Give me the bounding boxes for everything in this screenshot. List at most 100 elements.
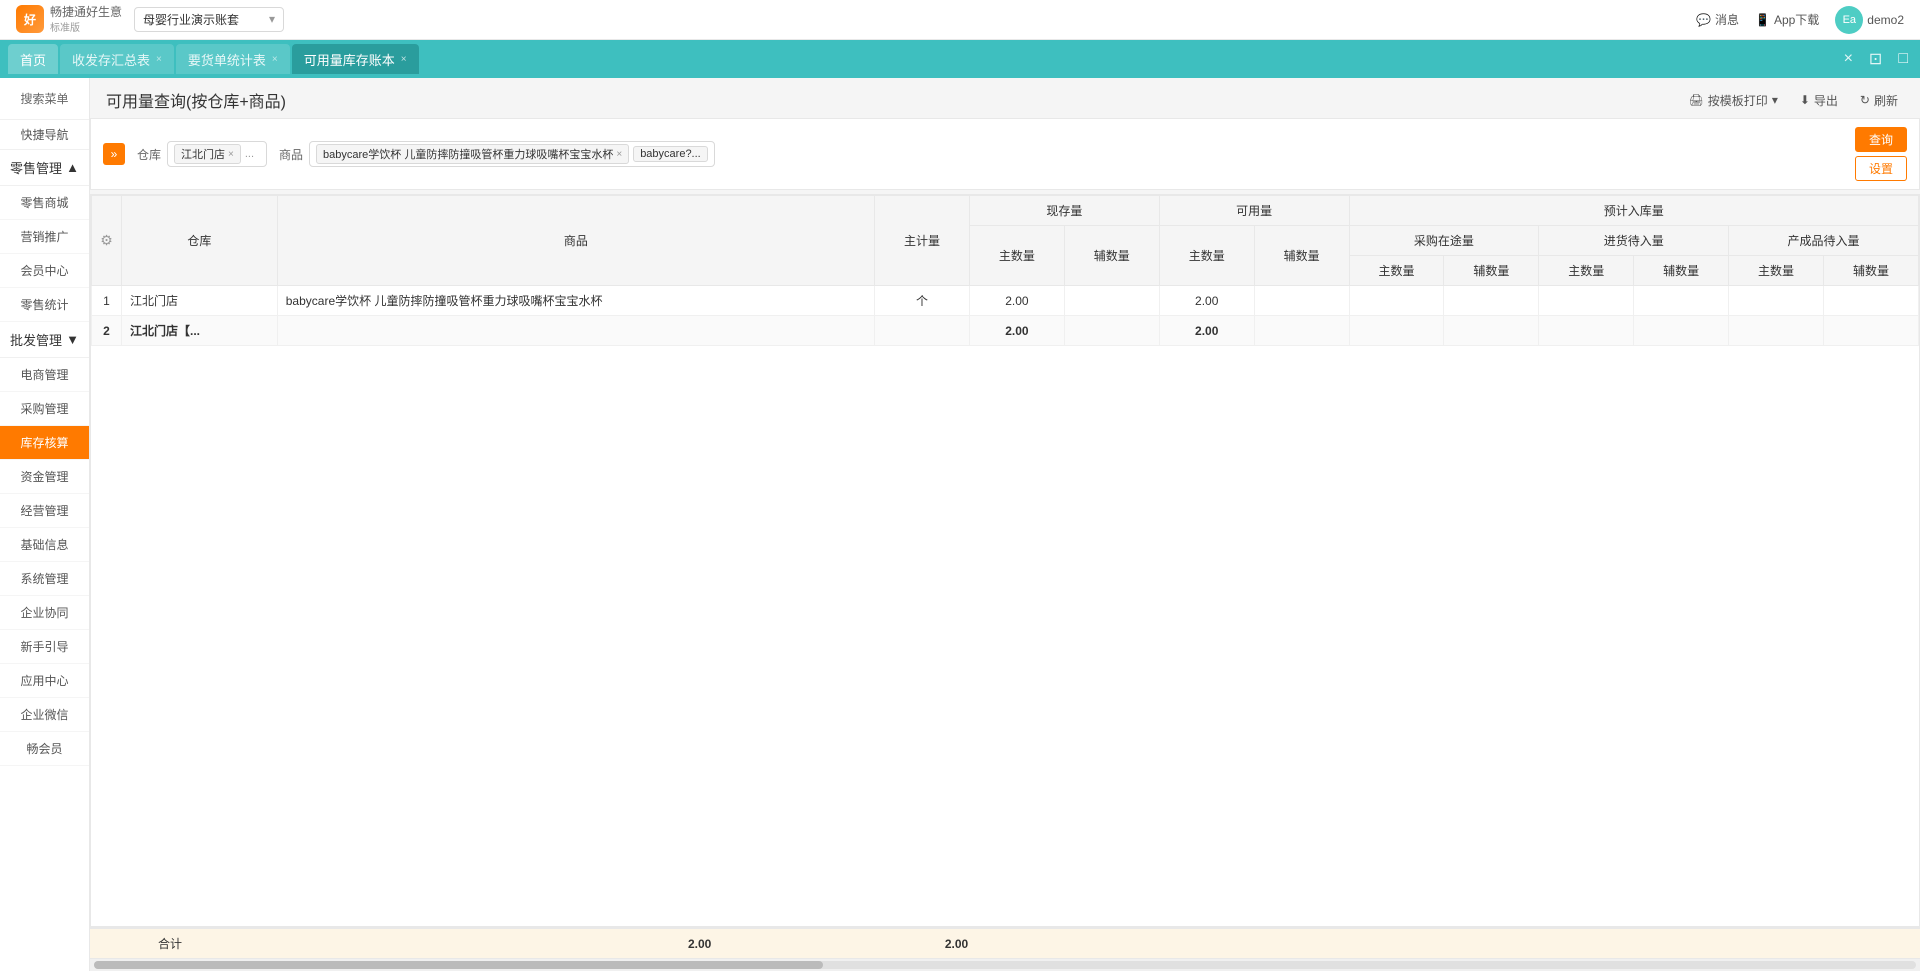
row2-product <box>277 316 874 346</box>
sidebar-item-wechat[interactable]: 企业微信 <box>0 698 89 732</box>
tab-order-stats-close[interactable]: × <box>272 54 278 65</box>
logo-text-area: 畅捷通好生意 标准版 <box>50 5 122 34</box>
tab-available-stock-close[interactable]: × <box>401 54 407 65</box>
page-header: 可用量查询(按仓库+商品) 🖨 按模板打印 ▾ ⬇ 导出 ↻ 刷新 <box>90 78 1920 118</box>
table-header-purchase-aux: 辅数量 <box>1444 256 1539 286</box>
sidebar-item-finance[interactable]: 资金管理 <box>0 460 89 494</box>
sidebar-section-retail-header[interactable]: 零售管理 ▲ <box>0 150 89 186</box>
content-area: 可用量查询(按仓库+商品) 🖨 按模板打印 ▾ ⬇ 导出 ↻ 刷新 » <box>90 78 1920 971</box>
main-layout: 搜索菜单 快捷导航 零售管理 ▲ 零售商城 营销推广 会员中心 零售统计 批发管… <box>0 78 1920 971</box>
sidebar: 搜索菜单 快捷导航 零售管理 ▲ 零售商城 营销推广 会员中心 零售统计 批发管… <box>0 78 90 971</box>
print-btn[interactable]: 🖨 按模板打印 ▾ <box>1683 89 1784 112</box>
sidebar-item-retail-shop[interactable]: 零售商城 <box>0 186 89 220</box>
sidebar-item-app-center[interactable]: 应用中心 <box>0 664 89 698</box>
chevron-down-icon: ▾ <box>269 12 275 26</box>
sidebar-item-enterprise[interactable]: 企业协同 <box>0 596 89 630</box>
tab-available-stock[interactable]: 可用量库存账本 × <box>292 44 419 74</box>
tab-order-stats-label: 要货单统计表 <box>188 50 266 69</box>
table-header-production: 产成品待入量 <box>1729 226 1919 256</box>
app-download-label: App下载 <box>1774 11 1819 28</box>
filter-expand-btn[interactable]: » <box>103 143 125 165</box>
row2-import-aux <box>1634 316 1729 346</box>
gear-icon[interactable]: ⚙ <box>100 232 113 248</box>
row2-available-aux <box>1254 316 1349 346</box>
sidebar-item-purchase[interactable]: 采购管理 <box>0 392 89 426</box>
tab-receipts[interactable]: 收发存汇总表 × <box>60 44 174 74</box>
export-btn[interactable]: ⬇ 导出 <box>1794 89 1844 112</box>
row1-warehouse: 江北门店 <box>122 286 278 316</box>
tab-home[interactable]: 首页 <box>8 44 58 74</box>
warehouse-tag-container[interactable]: 江北门店 × ... <box>167 141 267 167</box>
row2-index: 2 <box>92 316 122 346</box>
table-header-product: 商品 <box>277 196 874 286</box>
tab-maximize-btn[interactable]: □ <box>1894 50 1912 68</box>
warehouse-more[interactable]: ... <box>245 148 254 160</box>
sidebar-section-wholesale-header[interactable]: 批发管理 ▼ <box>0 322 89 358</box>
product-tag1-close[interactable]: × <box>616 149 622 160</box>
sidebar-item-operation[interactable]: 经营管理 <box>0 494 89 528</box>
tab-bar: 首页 收发存汇总表 × 要货单统计表 × 可用量库存账本 × × ⊡ □ <box>0 40 1920 78</box>
sidebar-item-inventory[interactable]: 库存核算 <box>0 426 89 460</box>
row1-stock-main: 2.00 <box>969 286 1064 316</box>
search-menu-btn[interactable]: 搜索菜单 <box>8 86 81 111</box>
row2-stock-aux <box>1064 316 1159 346</box>
table-header-import-main: 主数量 <box>1539 256 1634 286</box>
scroll-bar-container[interactable] <box>90 959 1920 971</box>
scroll-bar-track <box>94 961 1916 969</box>
table-header-stock-aux: 辅数量 <box>1064 226 1159 286</box>
tab-receipts-close[interactable]: × <box>156 54 162 65</box>
row2-production-aux <box>1823 316 1918 346</box>
tab-order-stats[interactable]: 要货单统计表 × <box>176 44 290 74</box>
refresh-btn[interactable]: ↻ 刷新 <box>1854 89 1904 112</box>
query-btn[interactable]: 查询 <box>1855 127 1907 152</box>
sidebar-section-retail: 零售管理 ▲ 零售商城 营销推广 会员中心 零售统计 <box>0 150 89 322</box>
tab-restore-btn[interactable]: ⊡ <box>1865 49 1886 69</box>
logo-sub: 标准版 <box>50 19 122 34</box>
warehouse-tag: 江北门店 × <box>174 144 241 164</box>
product-tag2: babycare?... <box>633 146 708 162</box>
row1-index: 1 <box>92 286 122 316</box>
tab-close-btn[interactable]: × <box>1840 50 1857 68</box>
warehouse-tag-close[interactable]: × <box>228 149 234 160</box>
sidebar-item-ecommerce[interactable]: 电商管理 <box>0 358 89 392</box>
logo-area: 好 畅捷通好生意 标准版 <box>16 5 122 34</box>
quick-nav-btn[interactable]: 快捷导航 <box>0 120 89 150</box>
row2-purchase-main <box>1349 316 1444 346</box>
row1-production-aux <box>1823 286 1918 316</box>
sidebar-item-member2[interactable]: 畅会员 <box>0 732 89 766</box>
message-btn[interactable]: 💬 消息 <box>1696 11 1739 28</box>
row2-import-main <box>1539 316 1634 346</box>
product-tag-container[interactable]: babycare学饮杯 儿童防摔防撞吸管杯重力球吸嘴杯宝宝水杯 × babyca… <box>309 141 715 167</box>
product-tag1: babycare学饮杯 儿童防摔防撞吸管杯重力球吸嘴杯宝宝水杯 × <box>316 144 629 164</box>
footer-stock-main: 2.00 <box>635 937 763 951</box>
product-filter-group: 商品 babycare学饮杯 儿童防摔防撞吸管杯重力球吸嘴杯宝宝水杯 × bab… <box>279 141 715 167</box>
sidebar-item-newbie[interactable]: 新手引导 <box>0 630 89 664</box>
sidebar-item-member[interactable]: 会员中心 <box>0 254 89 288</box>
row1-available-main: 2.00 <box>1159 286 1254 316</box>
row2-unit <box>875 316 970 346</box>
setting-btn[interactable]: 设置 <box>1855 156 1907 181</box>
sidebar-item-marketing[interactable]: 营销推广 <box>0 220 89 254</box>
table-header-settings: ⚙ <box>92 196 122 286</box>
chevron-down-icon: ▼ <box>66 332 79 347</box>
sidebar-item-retail-stats[interactable]: 零售统计 <box>0 288 89 322</box>
row1-available-aux <box>1254 286 1349 316</box>
tab-receipts-label: 收发存汇总表 <box>72 50 150 69</box>
export-icon: ⬇ <box>1800 93 1810 107</box>
warehouse-filter-label: 仓库 <box>137 146 161 163</box>
sidebar-item-basic[interactable]: 基础信息 <box>0 528 89 562</box>
user-area[interactable]: Ea demo2 <box>1835 6 1904 34</box>
app-download-btn[interactable]: 📱 App下载 <box>1755 11 1819 28</box>
top-bar-left: 好 畅捷通好生意 标准版 母婴行业演示账套 ▾ <box>16 5 284 34</box>
warehouse-filter-group: 仓库 江北门店 × ... <box>137 141 267 167</box>
table-header-production-main: 主数量 <box>1729 256 1824 286</box>
sidebar-item-system[interactable]: 系统管理 <box>0 562 89 596</box>
filter-actions: 查询 设置 <box>1855 127 1907 181</box>
industry-selector[interactable]: 母婴行业演示账套 ▾ <box>134 7 284 32</box>
sidebar-search-area: 搜索菜单 <box>0 78 89 120</box>
table-container: ⚙ 仓库 商品 主计量 现存量 可用量 预计入库量 主数量 辅数量 主数量 辅数… <box>90 194 1920 927</box>
scroll-bar-thumb <box>94 961 823 969</box>
top-bar: 好 畅捷通好生意 标准版 母婴行业演示账套 ▾ 💬 消息 📱 App下载 Ea … <box>0 0 1920 40</box>
row1-stock-aux <box>1064 286 1159 316</box>
export-label: 导出 <box>1814 92 1838 109</box>
